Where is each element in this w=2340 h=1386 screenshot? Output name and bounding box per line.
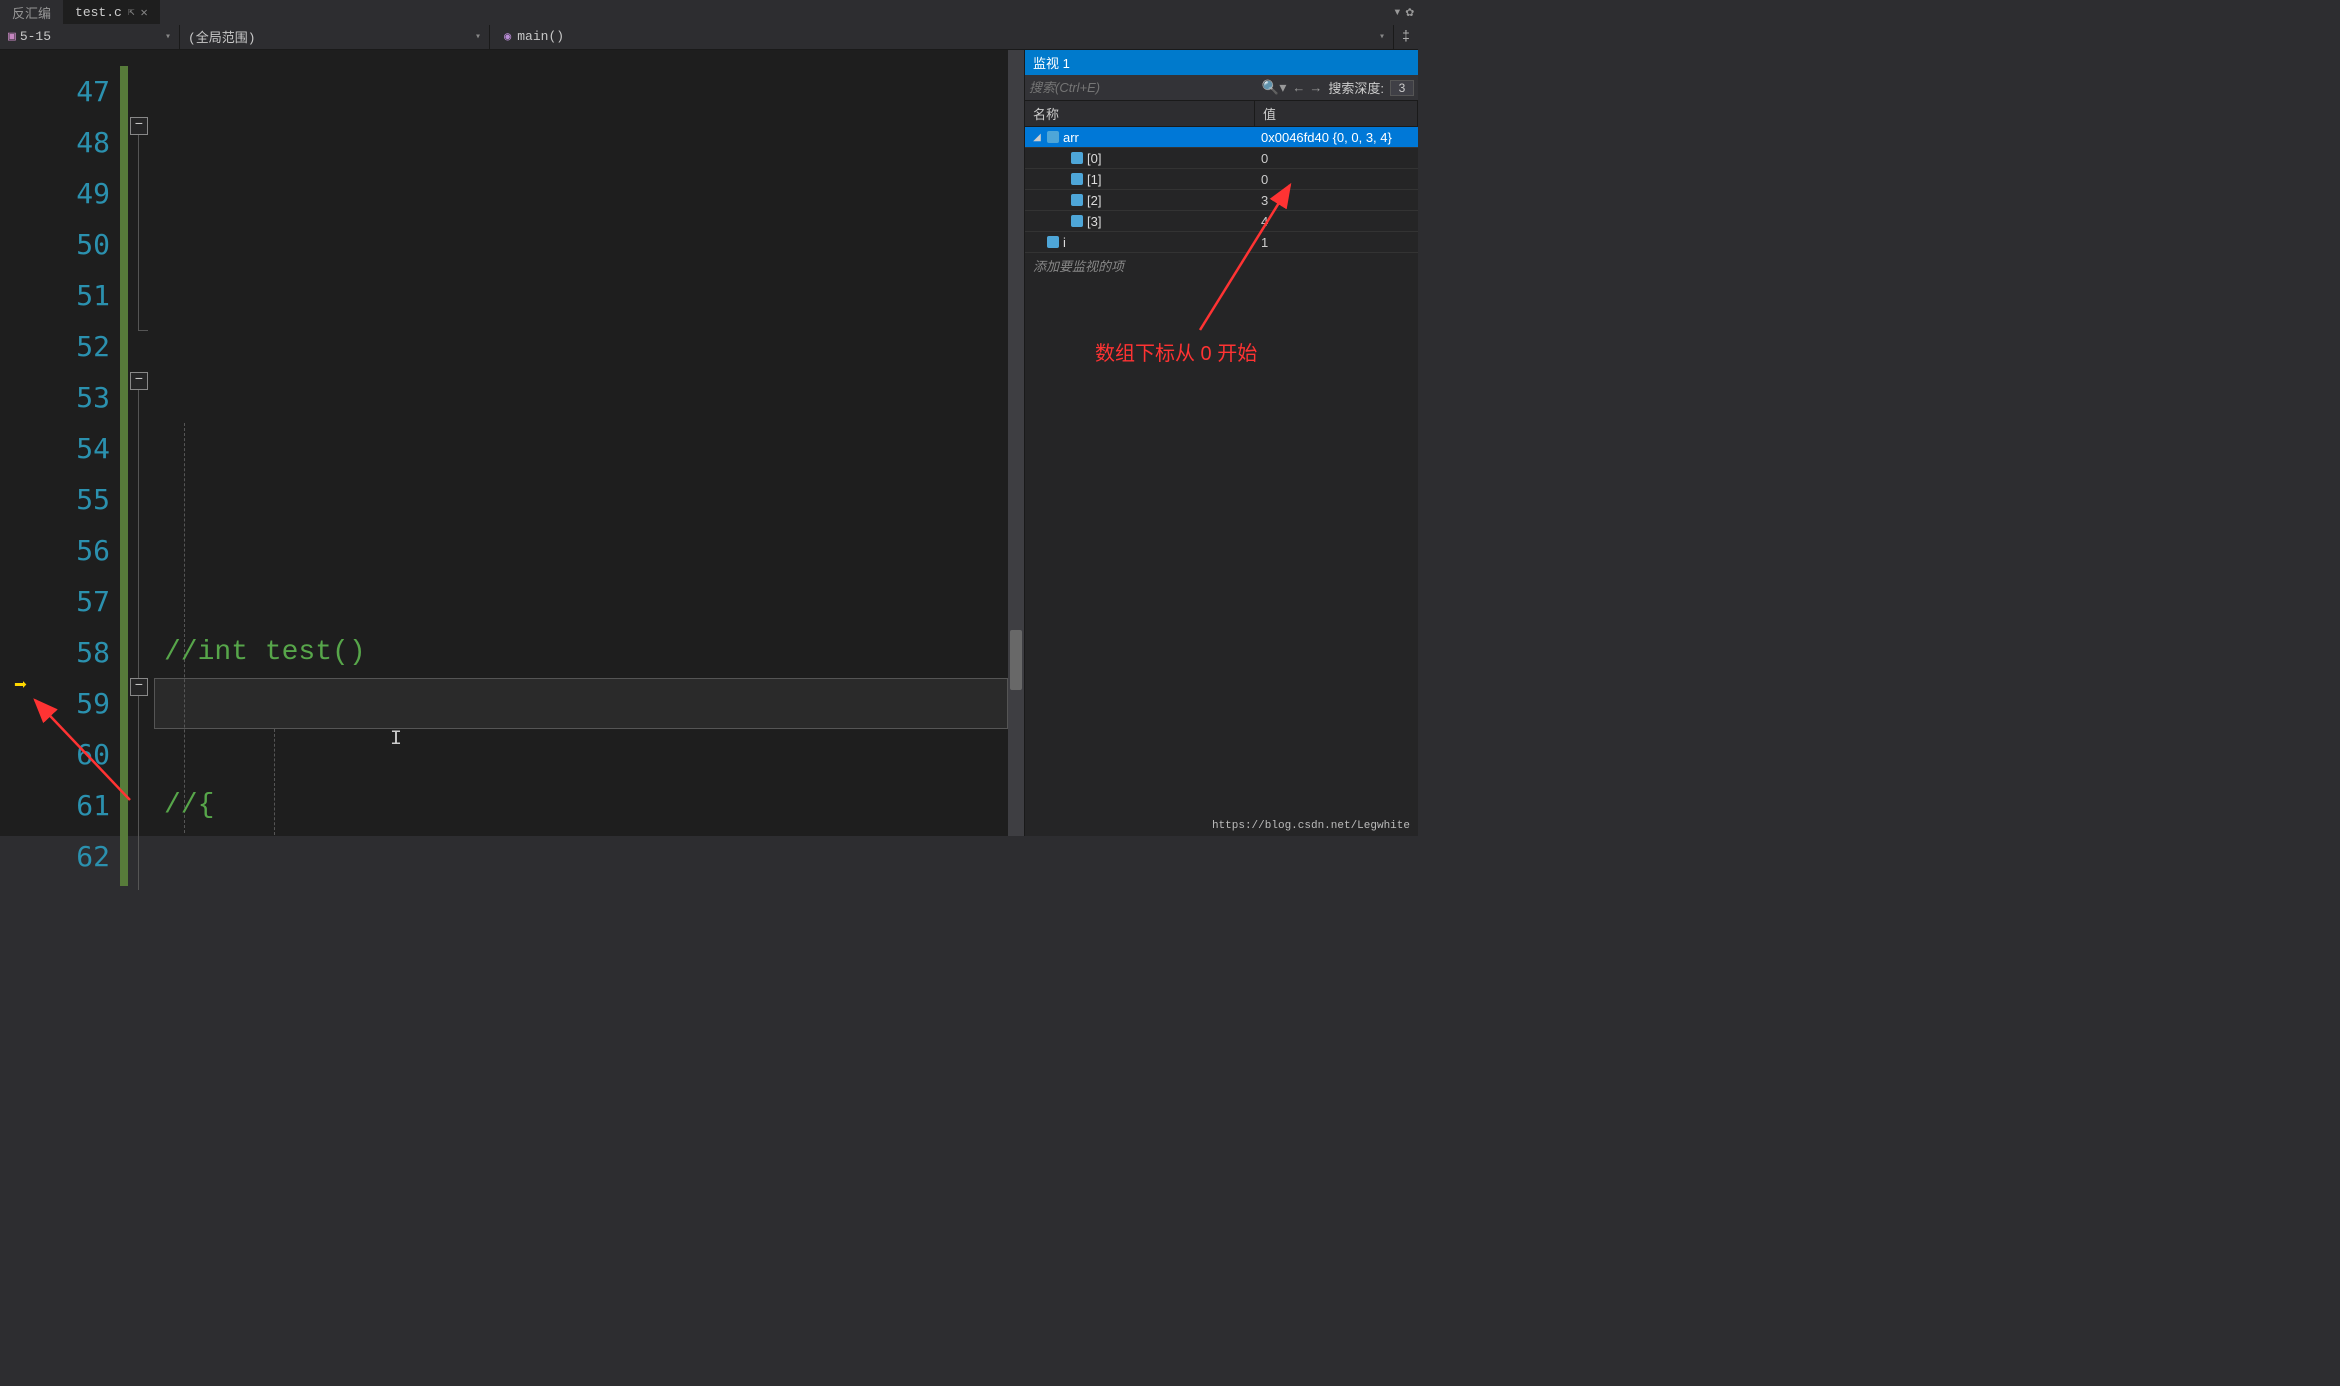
execution-pointer-icon: ➡	[14, 676, 27, 698]
watch-var-name: arr	[1063, 130, 1079, 145]
watch-row[interactable]: [0] 0	[1025, 148, 1418, 169]
watch-var-value: 0	[1255, 151, 1418, 166]
tab-label: test.c	[75, 5, 122, 20]
fold-toggle[interactable]: −	[130, 117, 148, 135]
annotation-text: 数组下标从 0 开始	[1095, 337, 1257, 366]
tab-disassembly[interactable]: 反汇编	[0, 0, 63, 24]
nav-forward-icon[interactable]: →	[1309, 80, 1322, 95]
change-indicator	[120, 50, 128, 836]
watch-var-value: 1	[1255, 235, 1418, 250]
variable-icon	[1071, 173, 1083, 185]
chevron-down-icon: ▾	[165, 31, 171, 43]
expander-icon[interactable]: ◢	[1031, 132, 1043, 143]
function-dropdown[interactable]: ◉main() ▾	[490, 25, 1394, 49]
col-value-header[interactable]: 值	[1255, 101, 1418, 126]
watch-var-value: 0x0046fd40 {0, 0, 3, 4}	[1255, 130, 1418, 145]
chevron-down-icon: ▾	[1379, 31, 1385, 43]
watch-var-name: i	[1063, 235, 1066, 250]
watch-var-name: [2]	[1087, 193, 1101, 208]
watch-panel: 监视 1 🔍▾ ← → 搜索深度: 3 名称 值 ◢ arr 0x0046fd40 …	[1024, 50, 1418, 836]
variable-icon	[1071, 152, 1083, 164]
method-icon: ◉	[504, 29, 511, 44]
scrollbar-thumb[interactable]	[1010, 630, 1022, 690]
location-dropdown[interactable]: ▣5-15 ▾	[0, 25, 180, 49]
col-name-header[interactable]: 名称	[1025, 101, 1255, 126]
nav-toolbar: ▣5-15 ▾ (全局范围) ▾ ◉main() ▾ ‡	[0, 24, 1418, 50]
watch-search-input[interactable]	[1029, 80, 1256, 95]
scope-dropdown[interactable]: (全局范围) ▾	[180, 25, 490, 49]
editor-tabbar: 反汇编 test.c ⇱ ✕ ▾ ✿	[0, 0, 1418, 24]
vertical-scrollbar[interactable]	[1008, 50, 1024, 836]
split-icon[interactable]: ‡	[1394, 29, 1418, 45]
watch-row[interactable]: [1] 0	[1025, 169, 1418, 190]
dropdown-icon[interactable]: ▾	[1393, 4, 1401, 21]
watch-var-value: 3	[1255, 193, 1418, 208]
current-line-highlight	[154, 678, 1008, 729]
watch-columns-header: 名称 值	[1025, 101, 1418, 127]
watch-row[interactable]: ◢ arr 0x0046fd40 {0, 0, 3, 4}	[1025, 127, 1418, 148]
variable-icon	[1047, 236, 1059, 248]
watch-var-value: 0	[1255, 172, 1418, 187]
search-icon[interactable]: 🔍▾	[1262, 79, 1286, 96]
watch-var-name: [3]	[1087, 214, 1101, 229]
watch-row[interactable]: [3] 4	[1025, 211, 1418, 232]
watch-var-value: 4	[1255, 214, 1418, 229]
close-icon[interactable]: ✕	[140, 5, 147, 20]
watch-add-item[interactable]: 添加要监视的项	[1025, 253, 1418, 278]
watch-row[interactable]: i1	[1025, 232, 1418, 253]
fold-toggle[interactable]: −	[130, 372, 148, 390]
watch-row[interactable]: [2] 3	[1025, 190, 1418, 211]
watch-panel-title: 监视 1	[1025, 50, 1418, 75]
depth-input[interactable]: 3	[1390, 80, 1414, 96]
watermark: https://blog.csdn.net/Legwhite	[1212, 820, 1410, 832]
glyph-margin: ➡	[0, 50, 50, 836]
watch-rows: ◢arr0x0046fd40 {0, 0, 3, 4}[0]0[1]0[2]3[…	[1025, 127, 1418, 253]
gear-icon[interactable]: ✿	[1406, 4, 1414, 21]
tab-test-c[interactable]: test.c ⇱ ✕	[63, 0, 160, 24]
line-number-gutter: 47 48 49 50 51 52 53 54 55 56 57 58 59 6…	[50, 50, 120, 836]
watch-toolbar: 🔍▾ ← → 搜索深度: 3	[1025, 75, 1418, 101]
pin-icon[interactable]: ⇱	[128, 5, 135, 19]
variable-icon	[1071, 215, 1083, 227]
watch-var-name: [0]	[1087, 151, 1101, 166]
text-cursor: I	[390, 714, 402, 765]
depth-label: 搜索深度:	[1328, 78, 1384, 97]
nav-back-icon[interactable]: ←	[1292, 80, 1305, 95]
variable-icon	[1047, 131, 1059, 143]
watch-var-name: [1]	[1087, 172, 1101, 187]
fold-gutter: − − −	[128, 50, 154, 836]
code-content[interactable]: //int test() //{ // int a = 0;//局部变量 // …	[154, 50, 1008, 836]
fold-toggle[interactable]: −	[130, 678, 148, 696]
code-editor[interactable]: ➡ 47 48 49 50 51 52 53 54 55 56 57 58 59…	[0, 50, 1024, 836]
variable-icon	[1071, 194, 1083, 206]
chevron-down-icon: ▾	[475, 31, 481, 43]
tab-label: 反汇编	[12, 3, 51, 22]
